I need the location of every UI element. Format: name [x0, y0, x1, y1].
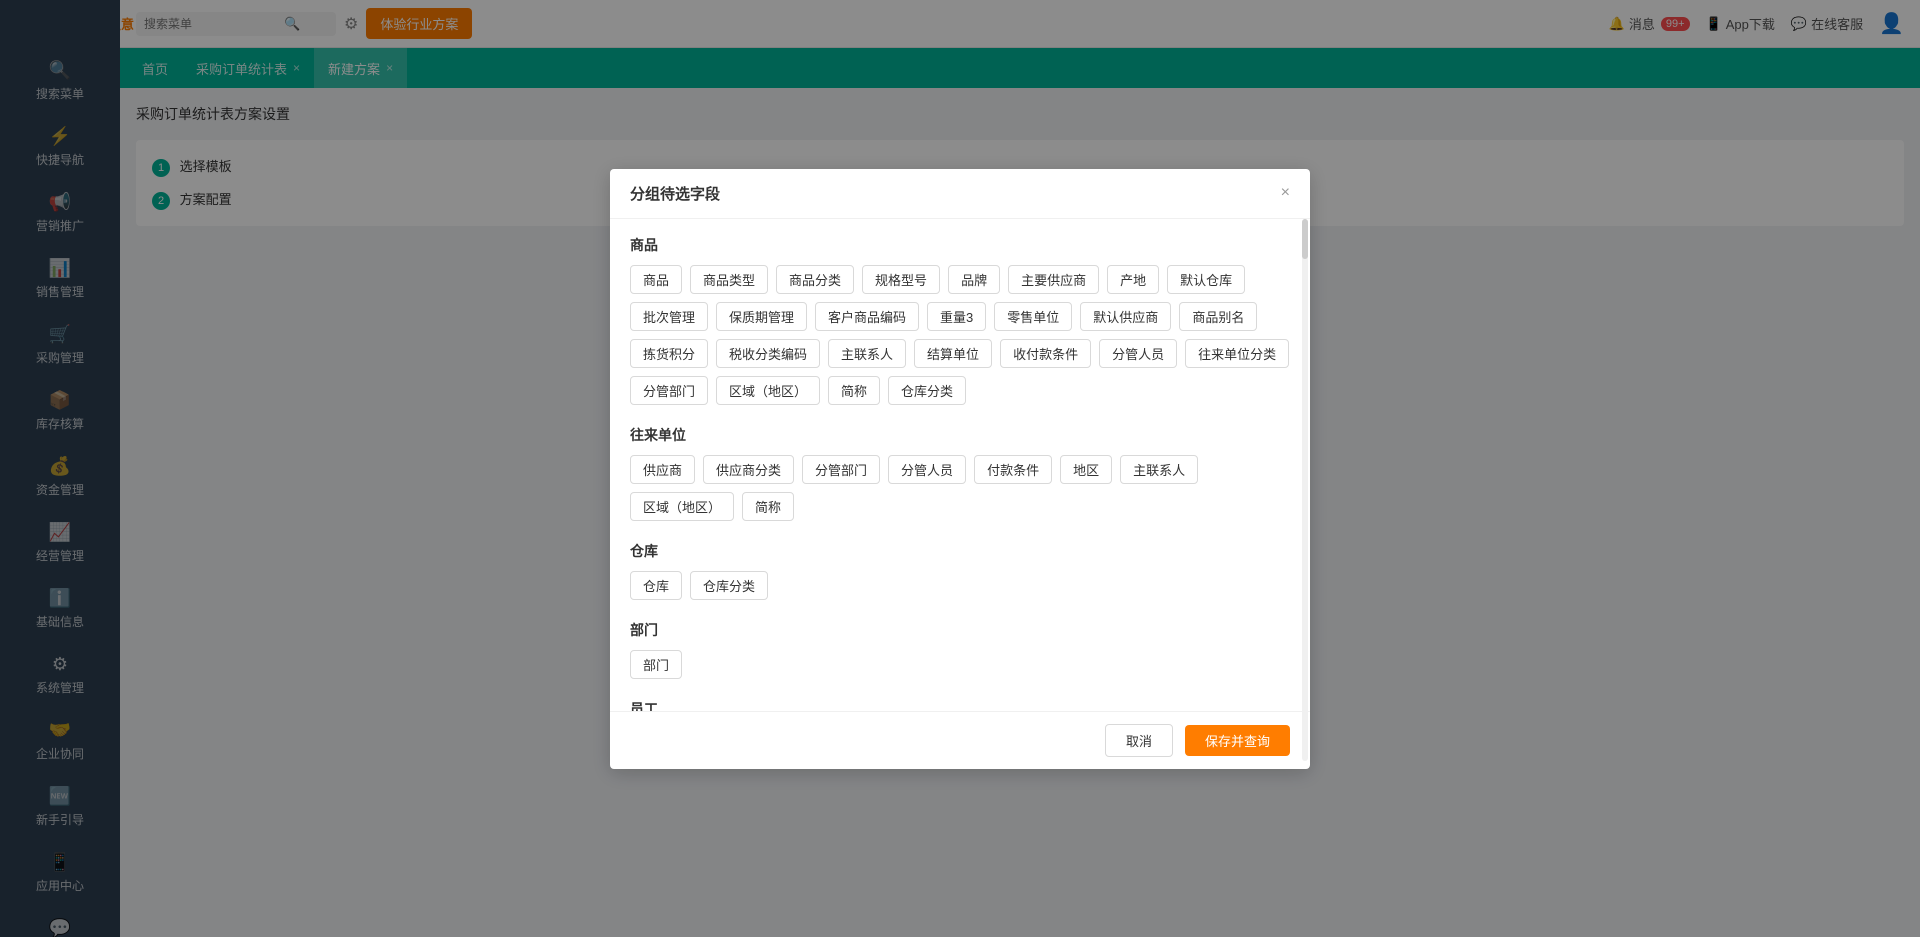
field-section-employee: 员工业务员	[630, 699, 1290, 711]
field-section-department: 部门部门	[630, 620, 1290, 679]
section-title-warehouse: 仓库	[630, 541, 1290, 561]
field-tag[interactable]: 产地	[1107, 265, 1159, 294]
field-tag[interactable]: 主联系人	[1120, 455, 1198, 484]
field-tag[interactable]: 品牌	[948, 265, 1000, 294]
field-tag[interactable]: 主联系人	[828, 339, 906, 368]
modal-close-btn[interactable]: ×	[1281, 184, 1290, 202]
modal-scrollbar-thumb	[1302, 219, 1308, 259]
field-tag[interactable]: 付款条件	[974, 455, 1052, 484]
field-tag[interactable]: 区域（地区）	[630, 492, 734, 521]
field-tag[interactable]: 地区	[1060, 455, 1112, 484]
section-title-goods: 商品	[630, 235, 1290, 255]
field-tag[interactable]: 仓库分类	[888, 376, 966, 405]
modal-footer: 取消 保存并查询	[610, 711, 1310, 769]
field-tags-department: 部门	[630, 650, 1290, 679]
field-tags-warehouse: 仓库仓库分类	[630, 571, 1290, 600]
field-tag[interactable]: 部门	[630, 650, 682, 679]
field-tag[interactable]: 简称	[828, 376, 880, 405]
field-tag[interactable]: 保质期管理	[716, 302, 807, 331]
field-tag[interactable]: 零售单位	[994, 302, 1072, 331]
field-tag[interactable]: 批次管理	[630, 302, 708, 331]
field-tag[interactable]: 重量3	[927, 302, 986, 331]
section-title-partner: 往来单位	[630, 425, 1290, 445]
field-section-partner: 往来单位供应商供应商分类分管部门分管人员付款条件地区主联系人区域（地区） 简称	[630, 425, 1290, 521]
field-tag[interactable]: 分管部门	[630, 376, 708, 405]
field-tag[interactable]: 简称	[742, 492, 794, 521]
modal-scrollbar-track	[1302, 219, 1308, 761]
field-select-modal: 分组待选字段 × 商品商品商品类型商品分类规格型号品牌主要供应商产地默认仓库批次…	[610, 169, 1310, 769]
field-tag[interactable]: 仓库分类	[690, 571, 768, 600]
field-tag[interactable]: 默认供应商	[1080, 302, 1171, 331]
field-tag[interactable]: 区域（地区）	[716, 376, 820, 405]
field-section-goods: 商品商品商品类型商品分类规格型号品牌主要供应商产地默认仓库批次管理保质期管理客户…	[630, 235, 1290, 405]
field-tag[interactable]: 分管人员	[1099, 339, 1177, 368]
field-tag[interactable]: 规格型号	[862, 265, 940, 294]
field-tag[interactable]: 供应商分类	[703, 455, 794, 484]
modal-title: 分组待选字段	[630, 183, 720, 204]
field-tags-partner: 供应商供应商分类分管部门分管人员付款条件地区主联系人区域（地区） 简称	[630, 455, 1290, 521]
field-tag[interactable]: 商品分类	[776, 265, 854, 294]
field-tag[interactable]: 主要供应商	[1008, 265, 1099, 294]
field-tag[interactable]: 收付款条件	[1000, 339, 1091, 368]
field-section-warehouse: 仓库仓库仓库分类	[630, 541, 1290, 600]
field-tag[interactable]: 默认仓库	[1167, 265, 1245, 294]
field-tag[interactable]: 商品	[630, 265, 682, 294]
field-tag[interactable]: 供应商	[630, 455, 695, 484]
field-tag[interactable]: 仓库	[630, 571, 682, 600]
field-tag[interactable]: 往来单位分类	[1185, 339, 1289, 368]
field-tag[interactable]: 税收分类编码	[716, 339, 820, 368]
modal-overlay: 分组待选字段 × 商品商品商品类型商品分类规格型号品牌主要供应商产地默认仓库批次…	[0, 0, 1920, 937]
confirm-button[interactable]: 保存并查询	[1185, 725, 1290, 756]
field-tag[interactable]: 分管部门	[802, 455, 880, 484]
field-tag[interactable]: 客户商品编码	[815, 302, 919, 331]
field-tag[interactable]: 拣货积分	[630, 339, 708, 368]
cancel-button[interactable]: 取消	[1105, 724, 1173, 757]
section-title-department: 部门	[630, 620, 1290, 640]
modal-body: 商品商品商品类型商品分类规格型号品牌主要供应商产地默认仓库批次管理保质期管理客户…	[610, 219, 1310, 711]
section-title-employee: 员工	[630, 699, 1290, 711]
field-tag[interactable]: 分管人员	[888, 455, 966, 484]
field-tags-goods: 商品商品类型商品分类规格型号品牌主要供应商产地默认仓库批次管理保质期管理客户商品…	[630, 265, 1290, 405]
field-tag[interactable]: 商品类型	[690, 265, 768, 294]
field-tag[interactable]: 结算单位	[914, 339, 992, 368]
modal-header: 分组待选字段 ×	[610, 169, 1310, 219]
field-tag[interactable]: 商品别名	[1179, 302, 1257, 331]
